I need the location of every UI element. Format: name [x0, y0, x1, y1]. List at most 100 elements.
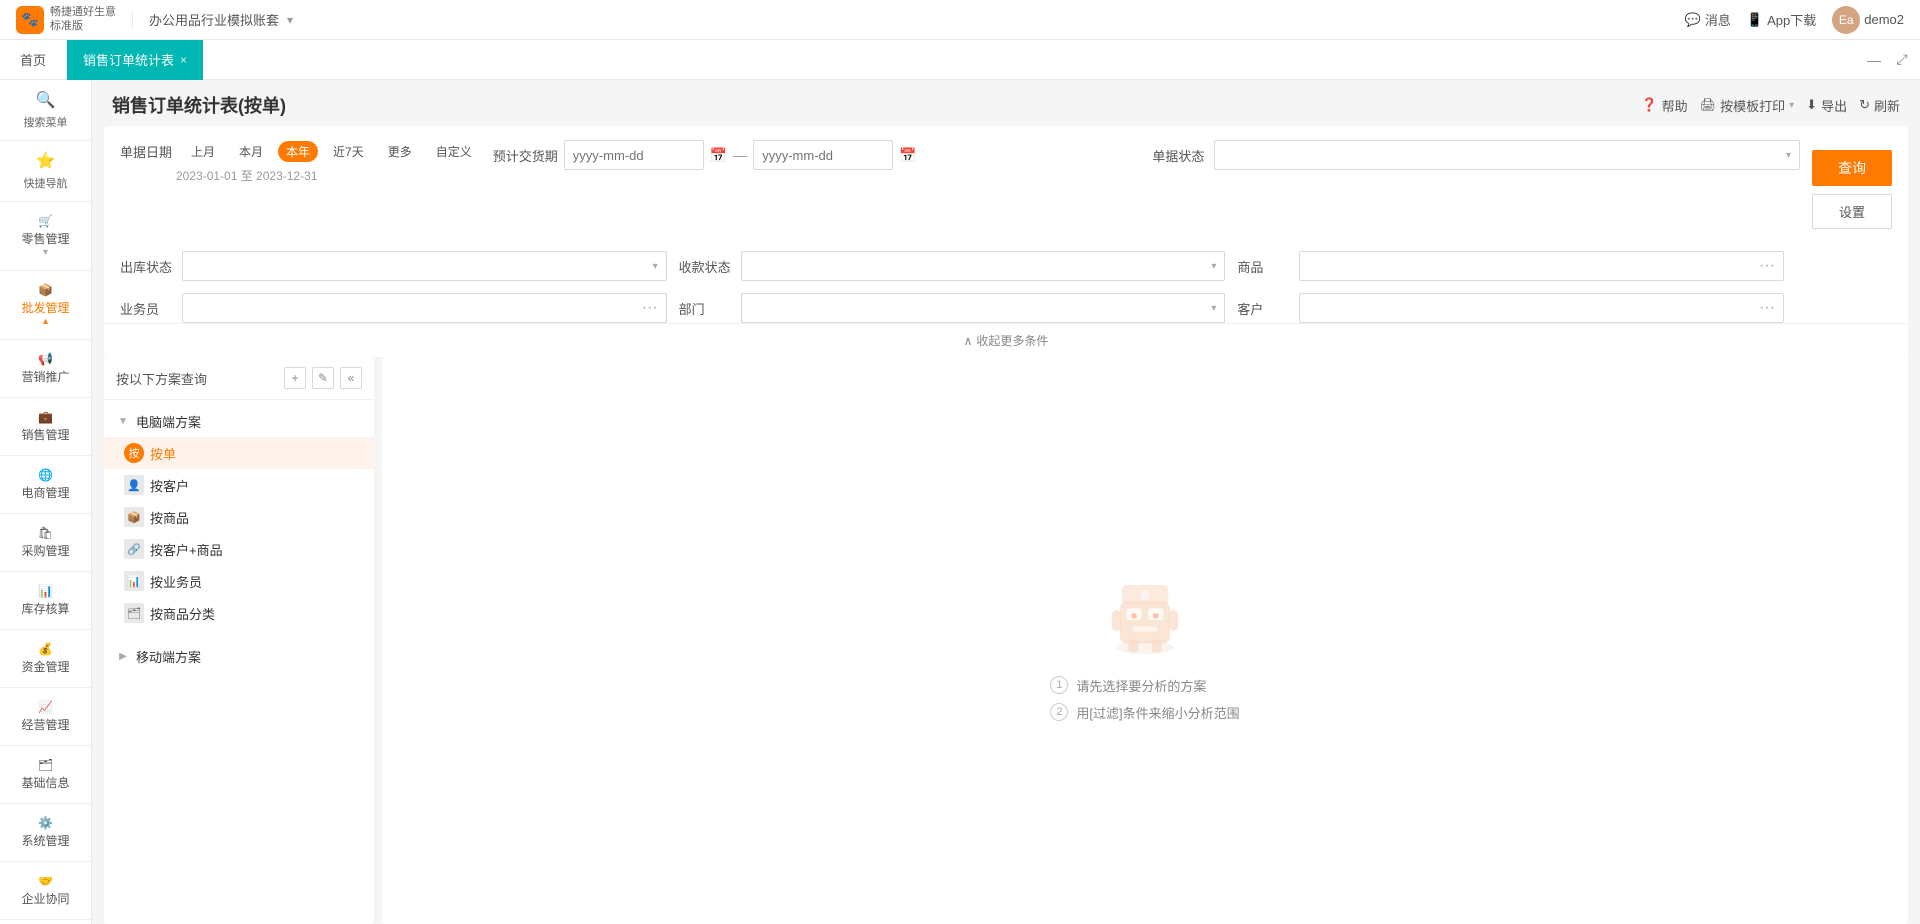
logo-icon: 🐾 — [16, 6, 44, 34]
left-panel-header: 按以下方案查询 + ✎ « — [104, 357, 374, 400]
tree-item-by-salesperson[interactable]: 📊 按业务员 — [104, 565, 374, 597]
outbound-label: 出库状态 — [120, 257, 176, 276]
date-separator: — — [733, 147, 747, 163]
sidebar: 🔍 搜索菜单 ⭐ 快捷导航 🛒 零售管理 ▾ 📦 批发管理 ▴ 📢 营销推广 💼… — [0, 80, 92, 924]
tree-item-by-customer[interactable]: 👤 按客户 — [104, 469, 374, 501]
top-bar: 🐾 畅捷通好生意 标准版 办公用品行业模拟账套 ▾ 💬 消息 📱 App下载 E… — [0, 0, 1920, 40]
collapse-bar[interactable]: ∧ 收起更多条件 — [104, 323, 1908, 357]
content-area: 销售订单统计表(按单) ❓ 帮助 🖨 按模板打印 ▾ ⬇ 导出 ↻ 刷新 — [92, 80, 1920, 924]
maximize-button[interactable]: ⤢ — [1892, 50, 1912, 70]
left-panel-add-button[interactable]: + — [284, 367, 306, 389]
customer-dots[interactable]: ··· — [1759, 299, 1775, 317]
customer-label: 客户 — [1237, 299, 1293, 318]
tab-close-icon[interactable]: × — [180, 53, 187, 67]
tree-item-by-customer-goods[interactable]: 🔗 按客户+商品 — [104, 533, 374, 565]
tree-section-header: ▼ 电脑端方案 — [104, 406, 374, 437]
payment-select[interactable]: ▾ — [741, 251, 1226, 281]
calendar-start-icon[interactable]: 📅 — [710, 147, 727, 164]
tree-item-by-order[interactable]: 按 按单 — [104, 437, 374, 469]
avatar: Ea — [1832, 6, 1860, 34]
sidebar-item-finance[interactable]: 💰 资金管理 — [0, 630, 91, 688]
by-category-icon: 🗂 — [124, 603, 144, 623]
department-select[interactable]: ▾ — [741, 293, 1226, 323]
date-btn-7days[interactable]: 近7天 — [324, 140, 373, 163]
tab-home[interactable]: 首页 — [0, 40, 67, 80]
left-panel-actions: + ✎ « — [284, 367, 362, 389]
help-button[interactable]: ❓ 帮助 — [1641, 96, 1687, 115]
payment-dropdown-icon: ▾ — [1211, 261, 1216, 272]
sidebar-item-purchase[interactable]: 🛍 采购管理 — [0, 514, 91, 572]
sidebar-item-sales[interactable]: 💼 销售管理 — [0, 398, 91, 456]
left-panel-edit-button[interactable]: ✎ — [312, 367, 334, 389]
calendar-end-icon[interactable]: 📅 — [899, 147, 916, 164]
message-icon: 💬 — [1685, 12, 1701, 28]
goods-dots[interactable]: ··· — [1759, 257, 1775, 275]
forecast-date-end-input[interactable] — [753, 140, 893, 170]
left-panel: 按以下方案查询 + ✎ « ▼ 电脑端方案 按 — [104, 357, 374, 924]
step-1-num: 1 — [1050, 676, 1068, 694]
date-btn-custom[interactable]: 自定义 — [427, 140, 481, 163]
download-icon: 📱 — [1747, 12, 1763, 28]
sidebar-item-enterprise[interactable]: 🤝 企业协同 — [0, 862, 91, 920]
sidebar-item-wholesale[interactable]: 📦 批发管理 ▴ — [0, 271, 91, 340]
tree-item-by-goods-category[interactable]: 🗂 按商品分类 — [104, 597, 374, 629]
date-btn-this-month[interactable]: 本月 — [230, 140, 272, 163]
step-2-num: 2 — [1050, 703, 1068, 721]
print-dropdown-icon: ▾ — [1789, 100, 1794, 111]
page-title: 销售订单统计表(按单) — [112, 92, 286, 118]
goods-label: 商品 — [1237, 257, 1293, 276]
tree-item-by-goods[interactable]: 📦 按商品 — [104, 501, 374, 533]
outbound-select[interactable]: ▾ — [182, 251, 667, 281]
message-button[interactable]: 💬 消息 — [1685, 10, 1731, 29]
customer-select[interactable]: ··· — [1299, 293, 1784, 323]
sidebar-search-item[interactable]: 🔍 搜索菜单 — [0, 80, 91, 141]
salesperson-dots[interactable]: ··· — [642, 299, 658, 317]
user-profile[interactable]: Ea demo2 — [1832, 6, 1904, 34]
settings-button[interactable]: 设置 — [1812, 194, 1892, 229]
salesperson-select[interactable]: ··· — [182, 293, 667, 323]
help-icon: ❓ — [1641, 97, 1657, 113]
filter-section: 单据日期 上月 本月 本年 近7天 更多 自定义 2023-01-01 至 20… — [104, 126, 1908, 323]
logo-text: 畅捷通好生意 标准版 — [50, 6, 116, 32]
goods-select[interactable]: ··· — [1299, 251, 1784, 281]
sidebar-item-basic-info[interactable]: 🗂 基础信息 — [0, 746, 91, 804]
sidebar-item-ecommerce[interactable]: 🌐 电商管理 — [0, 456, 91, 514]
status-select[interactable]: ▾ — [1214, 140, 1800, 170]
forecast-date-start-input[interactable] — [564, 140, 704, 170]
sidebar-item-guide[interactable]: 📘 新手引导 — [0, 920, 91, 924]
refresh-button[interactable]: ↻ 刷新 — [1859, 96, 1900, 115]
sidebar-item-operations[interactable]: 📈 经营管理 — [0, 688, 91, 746]
empty-steps: 1 请先选择要分析的方案 2 用[过滤]条件来缩小分析范围 — [1050, 676, 1239, 722]
tree-expand-icon[interactable]: ▼ — [116, 415, 130, 429]
empty-step-1: 1 请先选择要分析的方案 — [1050, 676, 1239, 695]
empty-illustration — [1095, 560, 1195, 660]
sidebar-item-system[interactable]: ⚙️ 系统管理 — [0, 804, 91, 862]
title-dropdown-icon[interactable]: ▾ — [287, 13, 293, 27]
app-download-button[interactable]: 📱 App下载 — [1747, 10, 1816, 29]
refresh-icon: ↻ — [1859, 97, 1870, 113]
tree-mobile-expand-icon[interactable]: ▶ — [116, 650, 130, 664]
sidebar-item-inventory[interactable]: 📊 库存核算 — [0, 572, 91, 630]
date-btn-last-month[interactable]: 上月 — [182, 140, 224, 163]
by-goods-icon: 📦 — [124, 507, 144, 527]
date-btn-this-year[interactable]: 本年 — [278, 141, 318, 162]
department-label: 部门 — [679, 299, 735, 318]
query-button[interactable]: 查询 — [1812, 150, 1892, 186]
by-combo-icon: 🔗 — [124, 539, 144, 559]
left-panel-collapse-button[interactable]: « — [340, 367, 362, 389]
sidebar-item-marketing[interactable]: 📢 营销推广 — [0, 340, 91, 398]
forecast-date-label: 预计交货期 — [493, 146, 558, 165]
date-btn-more[interactable]: 更多 — [379, 140, 421, 163]
export-button[interactable]: ⬇ 导出 — [1806, 96, 1847, 115]
salesperson-label: 业务员 — [120, 299, 176, 318]
top-bar-right: 💬 消息 📱 App下载 Ea demo2 — [1685, 6, 1904, 34]
print-button[interactable]: 🖨 按模板打印 ▾ — [1700, 96, 1795, 115]
by-customer-icon: 👤 — [124, 475, 144, 495]
right-action-col: 查询 设置 — [1812, 140, 1892, 239]
by-salesperson-icon: 📊 — [124, 571, 144, 591]
sidebar-quick-nav-item[interactable]: ⭐ 快捷导航 — [0, 141, 91, 202]
tab-sales-statistics[interactable]: 销售订单统计表 × — [67, 40, 203, 80]
sidebar-item-retail[interactable]: 🛒 零售管理 ▾ — [0, 202, 91, 271]
status-label: 单据状态 — [1152, 146, 1208, 165]
minimize-button[interactable]: — — [1864, 50, 1884, 70]
